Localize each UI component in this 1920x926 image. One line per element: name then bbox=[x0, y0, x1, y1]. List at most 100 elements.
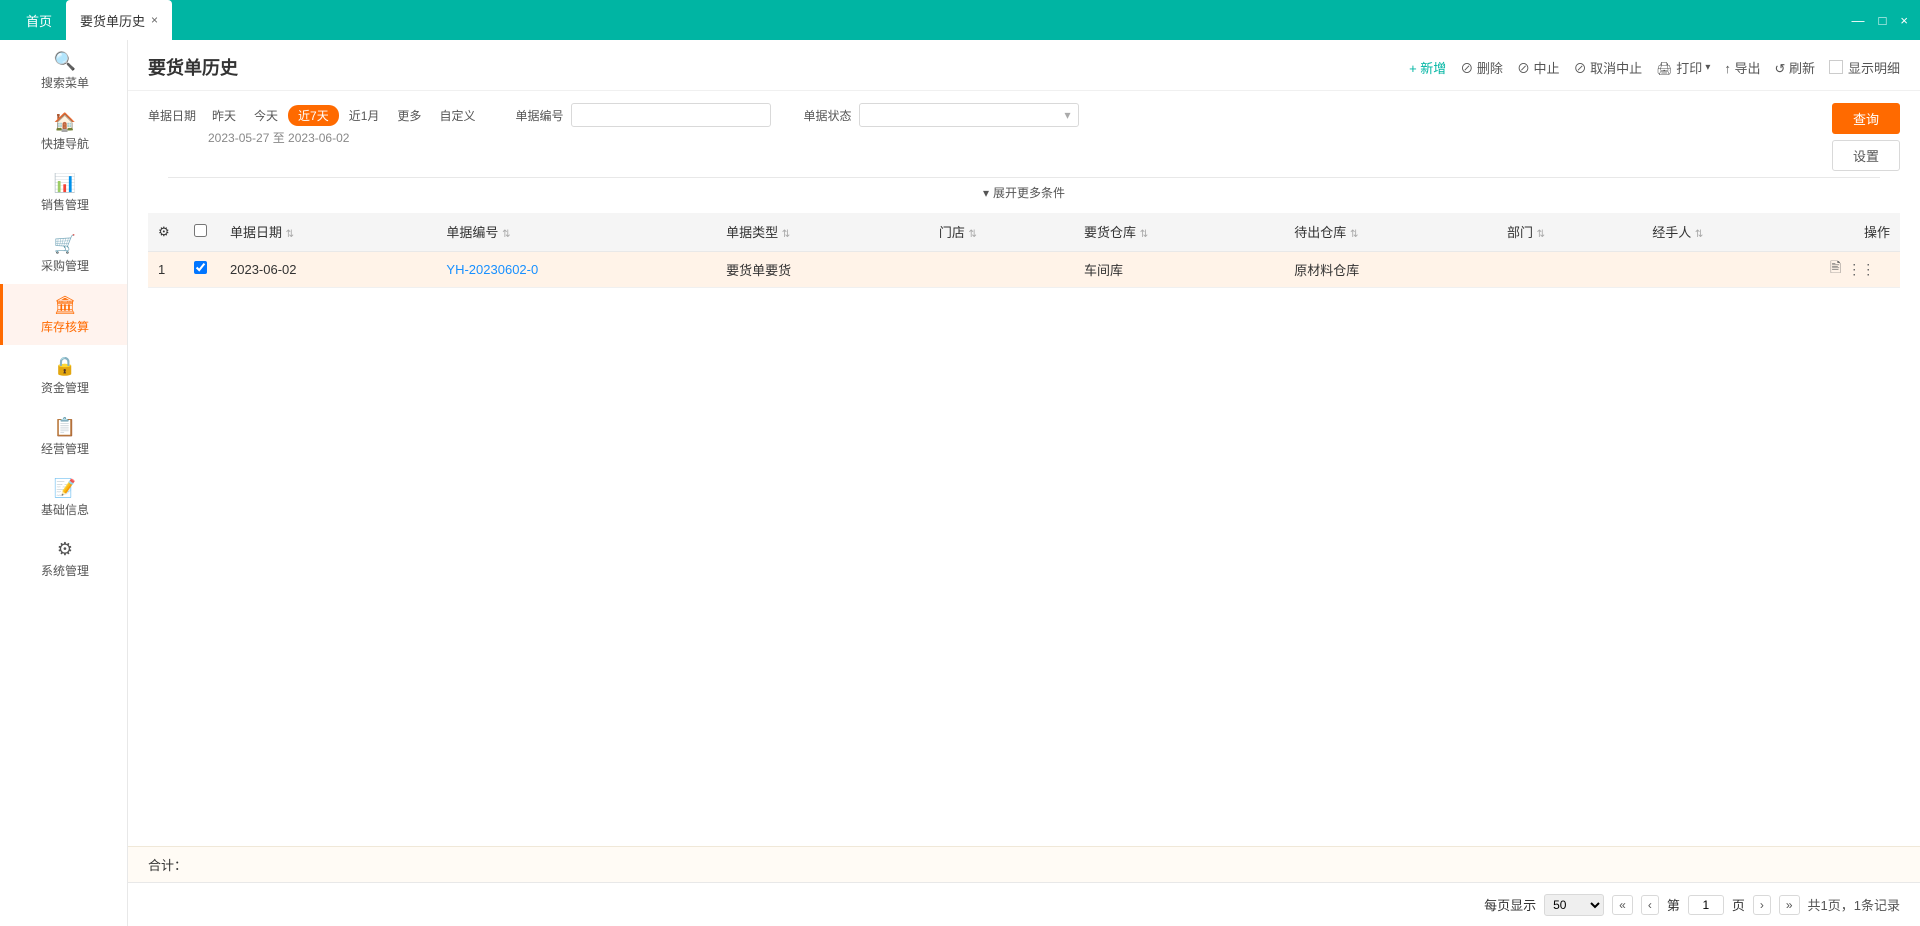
col-doc-type[interactable]: 单据类型 ⇅ bbox=[716, 213, 929, 251]
new-button[interactable]: + 新增 bbox=[1409, 58, 1446, 77]
sidebar-item-base-info[interactable]: 📝 基础信息 bbox=[0, 467, 127, 528]
row-checkbox[interactable] bbox=[194, 261, 207, 274]
sidebar-item-purchase-mgmt[interactable]: 🛒 采购管理 bbox=[0, 223, 127, 284]
sidebar-item-inventory[interactable]: 🏛 库存核算 bbox=[0, 284, 127, 345]
filter-left: 单据日期 昨天 今天 近7天 近1月 更多 自定义 单据编号 bbox=[148, 103, 1832, 146]
date-btn-1month[interactable]: 近1月 bbox=[341, 105, 388, 126]
sort-icon-department: ⇅ bbox=[1537, 229, 1545, 240]
sidebar-item-label: 采购管理 bbox=[41, 257, 89, 274]
row-more-button[interactable]: ⋮⋮ bbox=[1847, 261, 1875, 278]
finance-mgmt-icon: 🔒 bbox=[54, 357, 76, 375]
sidebar-item-quick-nav[interactable]: 🏠 快捷导航 bbox=[0, 101, 127, 162]
display-detail-checkbox[interactable] bbox=[1829, 60, 1843, 74]
delete-button[interactable]: ⊘ 删除 bbox=[1460, 58, 1503, 77]
select-all-checkbox[interactable] bbox=[194, 224, 207, 237]
sidebar-item-label: 经营管理 bbox=[41, 440, 89, 457]
export-button[interactable]: ↑ 导出 bbox=[1724, 58, 1760, 77]
col-doc-date-label: 单据日期 bbox=[230, 225, 282, 240]
cell-req-warehouse: 车间库 bbox=[1074, 251, 1284, 287]
sidebar-item-label: 资金管理 bbox=[41, 379, 89, 396]
cell-doc-type: 要货单要货 bbox=[716, 251, 929, 287]
page-unit-label: 页 bbox=[1732, 895, 1745, 914]
page-size-select[interactable]: 50 100 200 bbox=[1544, 894, 1604, 916]
page-number-input[interactable] bbox=[1688, 895, 1724, 915]
prev-page-button[interactable]: ‹ bbox=[1641, 895, 1659, 915]
row-actions: 🖹 ⋮⋮ bbox=[1830, 257, 1890, 281]
sidebar-item-finance-mgmt[interactable]: 🔒 资金管理 bbox=[0, 345, 127, 406]
expand-more-button[interactable]: ▾ 展开更多条件 bbox=[148, 178, 1900, 205]
sidebar-item-label: 系统管理 bbox=[41, 562, 89, 579]
expand-more-label: 展开更多条件 bbox=[993, 184, 1065, 201]
filter-date-group: 单据日期 昨天 今天 近7天 近1月 更多 自定义 bbox=[148, 105, 483, 126]
cell-doc-no[interactable]: YH-20230602-0 bbox=[436, 251, 716, 287]
col-pending-warehouse[interactable]: 待出仓库 ⇅ bbox=[1284, 213, 1497, 251]
col-doc-date[interactable]: 单据日期 ⇅ bbox=[220, 213, 436, 251]
date-btn-custom[interactable]: 自定义 bbox=[431, 105, 483, 126]
print-button[interactable]: 🖨 打印 ▾ bbox=[1656, 58, 1710, 77]
col-department[interactable]: 部门 ⇅ bbox=[1497, 213, 1642, 251]
export-button-label: ↑ 导出 bbox=[1724, 58, 1760, 77]
page-title: 要货单历史 bbox=[148, 54, 238, 80]
cancel-stop-button-label: ⊘ 取消中止 bbox=[1574, 58, 1643, 77]
settings-button[interactable]: 设置 bbox=[1832, 140, 1900, 171]
minimize-icon[interactable]: — bbox=[1852, 13, 1865, 28]
table-area: ⚙ 单据日期 ⇅ 单据编号 ⇅ bbox=[128, 213, 1920, 846]
date-btn-yesterday[interactable]: 昨天 bbox=[204, 105, 244, 126]
doc-no-filter-label: 单据编号 bbox=[515, 107, 563, 124]
row-view-button[interactable]: 🖹 bbox=[1830, 257, 1841, 281]
cell-checkbox[interactable] bbox=[184, 251, 220, 287]
sort-icon-store: ⇅ bbox=[969, 229, 977, 240]
col-handler-label: 经手人 bbox=[1652, 225, 1691, 240]
col-req-warehouse[interactable]: 要货仓库 ⇅ bbox=[1074, 213, 1284, 251]
filter-status-group: 单据状态 ▾ bbox=[803, 103, 1079, 127]
close-tab-icon[interactable]: × bbox=[151, 13, 158, 27]
sidebar-item-ops-mgmt[interactable]: 📋 经营管理 bbox=[0, 406, 127, 467]
sort-icon-pending-warehouse: ⇅ bbox=[1350, 229, 1358, 240]
date-btn-more[interactable]: 更多 bbox=[389, 105, 429, 126]
first-page-button[interactable]: « bbox=[1612, 895, 1633, 915]
filter-area: 单据日期 昨天 今天 近7天 近1月 更多 自定义 单据编号 bbox=[128, 91, 1920, 205]
stop-button[interactable]: ⊘ 中止 bbox=[1517, 58, 1560, 77]
top-bar: 首页 要货单历史 × — □ × bbox=[0, 0, 1920, 40]
cancel-stop-button[interactable]: ⊘ 取消中止 bbox=[1574, 58, 1643, 77]
sidebar-item-sys-mgmt[interactable]: ⚙ 系统管理 bbox=[0, 528, 127, 589]
print-button-label: 🖨 打印 bbox=[1656, 58, 1702, 77]
settings-col-icon: ⚙ bbox=[158, 224, 170, 239]
sales-mgmt-icon: 📊 bbox=[54, 174, 76, 192]
sidebar-item-label: 库存核算 bbox=[41, 318, 89, 335]
main-layout: 🔍 搜索菜单 🏠 快捷导航 📊 销售管理 🛒 采购管理 🏛 库存核算 🔒 资金管… bbox=[0, 40, 1920, 926]
date-filter-label: 单据日期 bbox=[148, 107, 196, 124]
date-btn-today[interactable]: 今天 bbox=[246, 105, 286, 126]
date-range-text: 2023-05-27 至 2023-06-02 bbox=[208, 131, 349, 145]
date-btn-7days[interactable]: 近7天 bbox=[288, 105, 339, 126]
doc-no-link[interactable]: YH-20230602-0 bbox=[446, 262, 538, 277]
col-doc-no[interactable]: 单据编号 ⇅ bbox=[436, 213, 716, 251]
date-options: 昨天 今天 近7天 近1月 更多 自定义 bbox=[204, 105, 483, 126]
col-handler[interactable]: 经手人 ⇅ bbox=[1642, 213, 1820, 251]
sidebar-item-sales-mgmt[interactable]: 📊 销售管理 bbox=[0, 162, 127, 223]
last-page-button[interactable]: » bbox=[1779, 895, 1800, 915]
close-window-icon[interactable]: × bbox=[1900, 13, 1908, 28]
doc-no-input[interactable] bbox=[571, 103, 771, 127]
cell-row-num: 1 bbox=[148, 251, 184, 287]
tab-requisition-history[interactable]: 要货单历史 × bbox=[66, 0, 172, 40]
cell-department bbox=[1497, 251, 1642, 287]
refresh-button[interactable]: ↺ 刷新 bbox=[1774, 58, 1815, 77]
sidebar-item-search-menu[interactable]: 🔍 搜索菜单 bbox=[0, 40, 127, 101]
filter-inline-row1: 单据日期 昨天 今天 近7天 近1月 更多 自定义 单据编号 bbox=[148, 103, 1832, 127]
status-select[interactable]: ▾ bbox=[859, 103, 1079, 127]
maximize-icon[interactable]: □ bbox=[1879, 13, 1887, 28]
action-buttons: 查询 设置 bbox=[1832, 103, 1900, 171]
display-detail-button[interactable]: 显示明细 bbox=[1829, 58, 1900, 77]
tab-home[interactable]: 首页 bbox=[12, 0, 66, 40]
table-row: 1 2023-06-02 YH-20230602-0 要货单要货 车间库 原材料… bbox=[148, 251, 1900, 287]
sort-icon-handler: ⇅ bbox=[1695, 229, 1703, 240]
col-settings[interactable]: ⚙ bbox=[148, 213, 184, 251]
print-dropdown-icon: ▾ bbox=[1705, 62, 1710, 73]
col-checkbox[interactable] bbox=[184, 213, 220, 251]
next-page-button[interactable]: › bbox=[1753, 895, 1771, 915]
date-range-display: 2023-05-27 至 2023-06-02 bbox=[148, 129, 1832, 146]
query-button[interactable]: 查询 bbox=[1832, 103, 1900, 134]
col-store[interactable]: 门店 ⇅ bbox=[929, 213, 1074, 251]
stop-button-label: ⊘ 中止 bbox=[1517, 58, 1560, 77]
